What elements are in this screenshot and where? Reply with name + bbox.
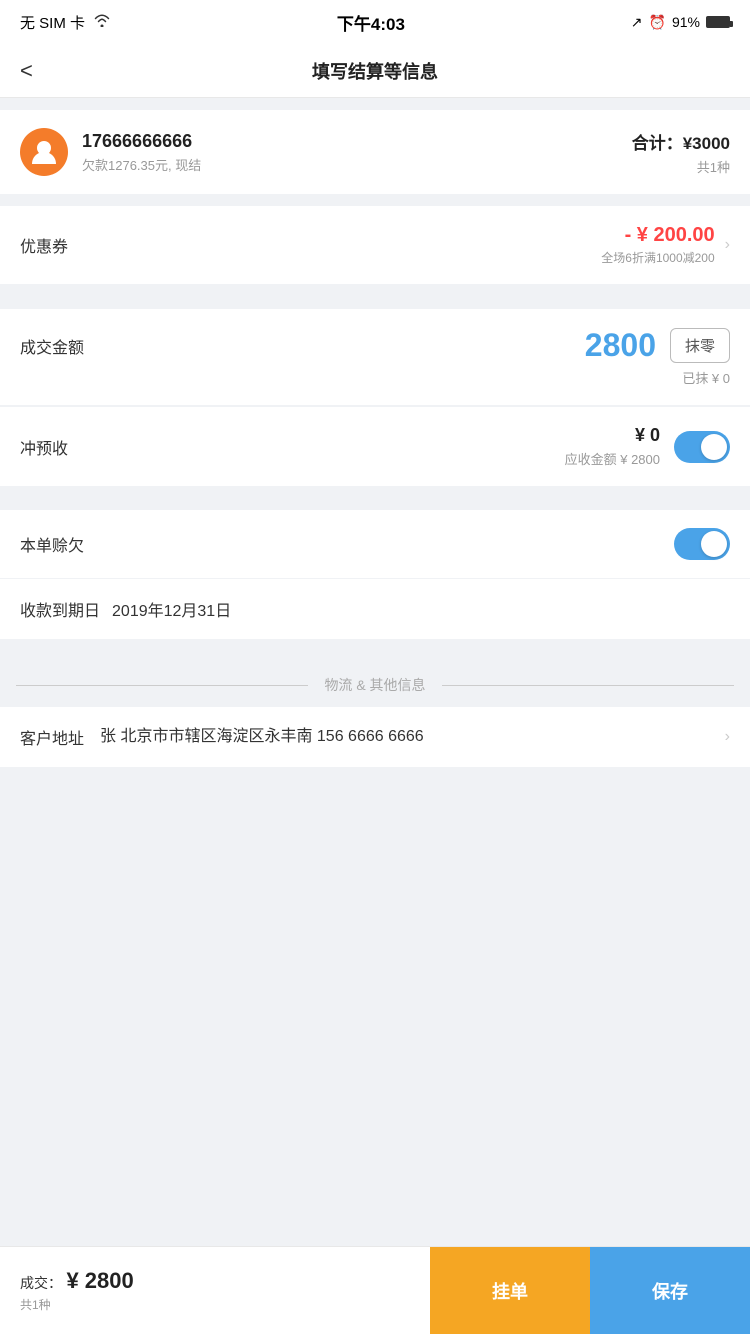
save-button[interactable]: 保存 — [590, 1247, 750, 1334]
address-chevron-icon: › — [725, 728, 730, 746]
coupon-label: 优惠券 — [20, 233, 68, 257]
customer-phone: 17666666666 — [82, 131, 201, 152]
round-button[interactable]: 抹零 — [670, 328, 730, 363]
status-time: 下午4:03 — [337, 10, 405, 35]
logistics-text: 物流 & 其他信息 — [324, 675, 425, 695]
alarm-icon: ⏰ — [649, 14, 666, 31]
divider-2 — [0, 285, 750, 297]
footer-amount-line: 成交： ¥ 2800 — [20, 1268, 410, 1294]
battery-icon — [706, 16, 730, 28]
amount-right: 2800 抹零 — [585, 327, 730, 364]
bottom-space — [0, 967, 750, 1057]
coupon-desc: 全场6折满1000减200 — [601, 249, 714, 266]
customer-info: 17666666666 欠款1276.35元, 现结 — [82, 131, 201, 174]
coupon-value-block: - ¥ 200.00 全场6折满1000减200 — [601, 224, 714, 266]
divider-1 — [0, 194, 750, 206]
back-button[interactable]: < — [20, 58, 33, 84]
hold-button[interactable]: 挂单 — [430, 1247, 590, 1334]
avatar — [20, 128, 68, 176]
prepay-section: 冲预收 ¥ 0 应收金额 ¥ 2800 — [0, 406, 750, 486]
amount-section: 成交金额 2800 抹零 已抹 ¥ 0 — [0, 309, 750, 405]
prepay-row: 冲预收 ¥ 0 应收金额 ¥ 2800 — [20, 425, 730, 468]
amount-row: 成交金额 2800 抹零 — [20, 327, 730, 364]
footer-count: 共1种 — [20, 1296, 410, 1313]
due-label: 收款到期日 — [20, 597, 100, 621]
due-date-section: 收款到期日 2019年12月31日 — [0, 578, 750, 639]
prepay-toggle[interactable] — [674, 431, 730, 463]
coupon-row[interactable]: 优惠券 - ¥ 200.00 全场6折满1000减200 › — [0, 206, 750, 285]
prepay-right: ¥ 0 应收金额 ¥ 2800 — [565, 425, 730, 468]
status-right: ↗ ⏰ 91% — [631, 14, 730, 31]
prepay-label: 冲预收 — [20, 435, 68, 459]
status-bar: 无 SIM 卡 下午4:03 ↗ ⏰ 91% — [0, 0, 750, 44]
customer-total: 合计：¥3000 共1种 — [632, 129, 730, 176]
prepay-value: ¥ 0 — [565, 425, 660, 446]
wifi-icon — [93, 13, 111, 31]
divider-4 — [0, 639, 750, 651]
address-section[interactable]: 客户地址 张 北京市市辖区海淀区永丰南 156 6666 6666 › — [0, 707, 750, 767]
logistics-divider: 物流 & 其他信息 — [0, 663, 750, 707]
footer-amount-label: 成交： — [20, 1275, 62, 1291]
divider-5 — [0, 767, 750, 967]
customer-left: 17666666666 欠款1276.35元, 现结 — [20, 128, 201, 176]
total-count: 共1种 — [632, 157, 730, 176]
prepay-value-block: ¥ 0 应收金额 ¥ 2800 — [565, 425, 660, 468]
nav-bar: < 填写结算等信息 — [0, 44, 750, 98]
page-title: 填写结算等信息 — [312, 58, 438, 84]
footer: 成交： ¥ 2800 共1种 挂单 保存 — [0, 1246, 750, 1334]
footer-amount-value: ¥ 2800 — [66, 1268, 133, 1293]
battery-text: 91% — [672, 14, 700, 30]
address-label: 客户地址 — [20, 725, 84, 749]
total-amount: 合计：¥3000 — [632, 129, 730, 154]
footer-info: 成交： ¥ 2800 共1种 — [0, 1268, 430, 1313]
address-value: 张 北京市市辖区海淀区永丰南 156 6666 6666 — [100, 725, 709, 749]
amount-sub: 已抹 ¥ 0 — [20, 368, 730, 387]
debt-toggle[interactable] — [674, 528, 730, 560]
status-left: 无 SIM 卡 — [20, 12, 111, 33]
customer-card: 17666666666 欠款1276.35元, 现结 合计：¥3000 共1种 — [0, 110, 750, 194]
due-value: 2019年12月31日 — [112, 597, 231, 621]
amount-value: 2800 — [585, 327, 656, 364]
no-sim-text: 无 SIM 卡 — [20, 12, 85, 33]
prepay-sub: 应收金额 ¥ 2800 — [565, 449, 660, 468]
coupon-right: - ¥ 200.00 全场6折满1000减200 › — [601, 224, 730, 266]
coupon-value: - ¥ 200.00 — [601, 224, 714, 247]
amount-label: 成交金额 — [20, 334, 84, 358]
customer-debt: 欠款1276.35元, 现结 — [82, 155, 201, 174]
debt-label: 本单赊欠 — [20, 532, 84, 556]
chevron-right-icon: › — [725, 236, 730, 254]
divider-3 — [0, 486, 750, 498]
location-icon: ↗ — [631, 14, 643, 31]
debt-section: 本单赊欠 — [0, 510, 750, 578]
